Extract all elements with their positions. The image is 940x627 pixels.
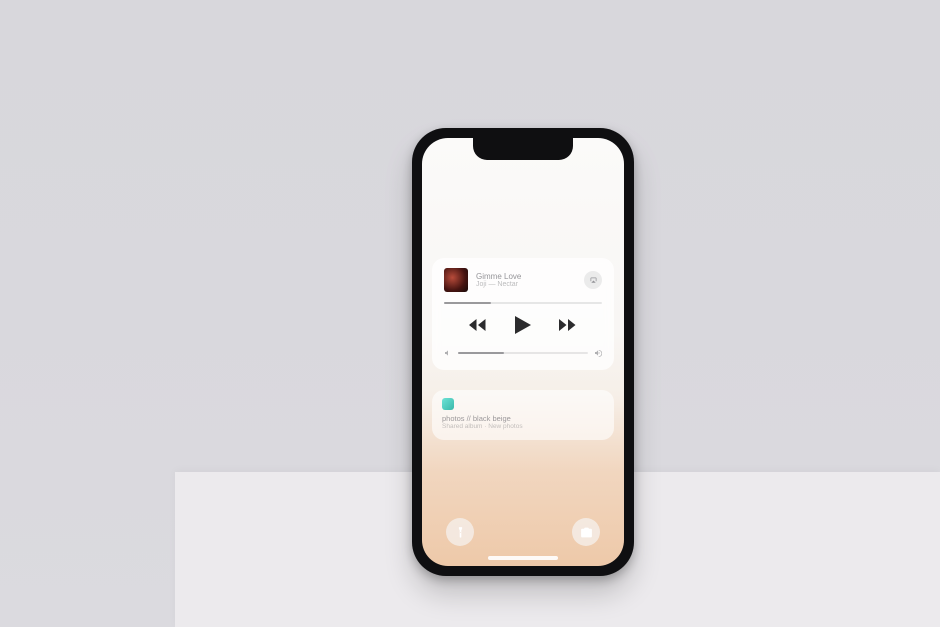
notch bbox=[473, 138, 573, 160]
airplay-icon bbox=[589, 276, 598, 285]
notification-app-icon bbox=[442, 398, 454, 410]
album-art bbox=[444, 268, 468, 292]
airplay-button[interactable] bbox=[584, 271, 602, 289]
flashlight-button[interactable] bbox=[446, 518, 474, 546]
notification-card[interactable]: photos // black beige Shared album · New… bbox=[432, 390, 614, 440]
camera-button[interactable] bbox=[572, 518, 600, 546]
camera-icon bbox=[580, 526, 593, 539]
music-header: Gimme Love Joji — Nectar bbox=[444, 268, 602, 292]
previous-button[interactable] bbox=[469, 319, 487, 331]
track-meta: Gimme Love Joji — Nectar bbox=[476, 272, 576, 288]
track-title: Gimme Love bbox=[476, 272, 576, 281]
clock-area bbox=[422, 178, 624, 180]
progress-bar[interactable] bbox=[444, 302, 602, 304]
track-artist: Joji — Nectar bbox=[476, 281, 576, 288]
next-button[interactable] bbox=[559, 319, 577, 331]
notification-body: Shared album · New photos bbox=[442, 423, 604, 430]
volume-fill bbox=[458, 352, 504, 354]
media-controls bbox=[444, 316, 602, 334]
next-track-icon bbox=[559, 319, 577, 331]
flashlight-icon bbox=[454, 526, 467, 539]
volume-high-icon bbox=[594, 344, 602, 362]
volume-low-icon bbox=[444, 344, 452, 362]
home-indicator[interactable] bbox=[488, 556, 558, 560]
previous-track-icon bbox=[469, 319, 487, 331]
play-icon bbox=[515, 316, 531, 334]
lock-screen: Gimme Love Joji — Nectar bbox=[422, 138, 624, 566]
progress-fill bbox=[444, 302, 491, 304]
volume-slider[interactable] bbox=[458, 352, 588, 354]
bottom-actions bbox=[422, 518, 624, 546]
phone-frame: Gimme Love Joji — Nectar bbox=[412, 128, 634, 576]
music-widget[interactable]: Gimme Love Joji — Nectar bbox=[432, 258, 614, 370]
play-button[interactable] bbox=[515, 316, 531, 334]
volume-row bbox=[444, 344, 602, 362]
notification-title: photos // black beige bbox=[442, 414, 604, 423]
